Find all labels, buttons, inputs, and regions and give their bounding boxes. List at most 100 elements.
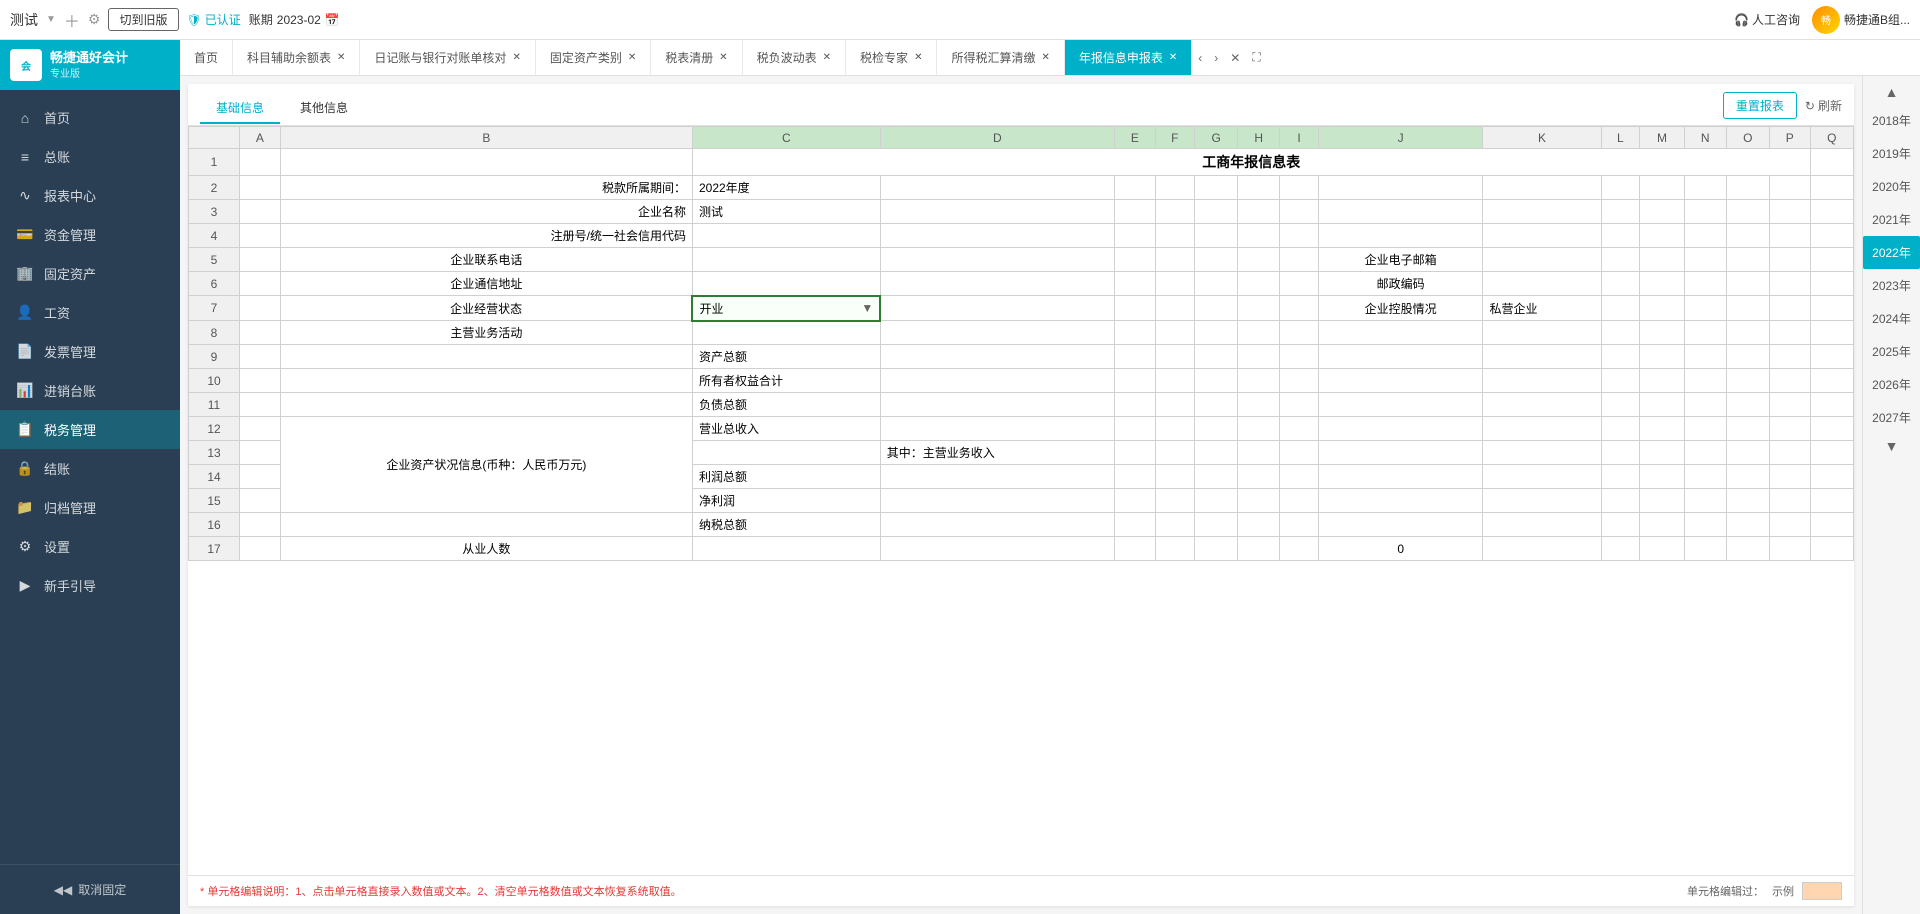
sub-tab-basic[interactable]: 基础信息: [200, 93, 280, 124]
cell-9-I[interactable]: [1280, 345, 1319, 369]
cell-13-H[interactable]: [1238, 441, 1280, 465]
cell-4-P[interactable]: [1769, 224, 1810, 248]
cell-10-L[interactable]: [1601, 369, 1640, 393]
cell-16-F[interactable]: [1155, 513, 1194, 537]
dropdown-arrow-icon[interactable]: ▼: [46, 14, 56, 25]
cell-7-D[interactable]: [880, 296, 1114, 321]
cell-12-L[interactable]: [1601, 417, 1640, 441]
cell-9-B[interactable]: [280, 345, 692, 369]
sidebar-item-fund[interactable]: 💳资金管理: [0, 215, 180, 254]
cell-17-A[interactable]: [240, 537, 281, 561]
cell-10-N[interactable]: [1684, 369, 1726, 393]
cell-9-D[interactable]: [880, 345, 1114, 369]
cell-5-E[interactable]: [1114, 248, 1155, 272]
cell-12-G[interactable]: [1195, 417, 1238, 441]
cell-8-F[interactable]: [1155, 321, 1194, 345]
cell-5-J[interactable]: 企业电子邮箱: [1318, 248, 1483, 272]
cell-9-C[interactable]: 资产总额: [692, 345, 880, 369]
cell-5-L[interactable]: [1601, 248, 1640, 272]
cell-17-Q[interactable]: [1810, 537, 1853, 561]
cell-4-O[interactable]: [1726, 224, 1769, 248]
cell-2-P[interactable]: [1769, 176, 1810, 200]
cell-6-M[interactable]: [1640, 272, 1685, 296]
cell-10-C[interactable]: 所有者权益合计: [692, 369, 880, 393]
cell-16-O[interactable]: [1726, 513, 1769, 537]
cell-17-B[interactable]: 从业人数: [280, 537, 692, 561]
cell-15-C[interactable]: 净利润: [692, 489, 880, 513]
cell-7-L[interactable]: [1601, 296, 1640, 321]
cell-13-P[interactable]: [1769, 441, 1810, 465]
cell-4-A[interactable]: [240, 224, 281, 248]
cell-16-H[interactable]: [1238, 513, 1280, 537]
cell-4-C[interactable]: [692, 224, 880, 248]
cell-8-C[interactable]: [692, 321, 880, 345]
cell-17-H[interactable]: [1238, 537, 1280, 561]
tab-annual-report[interactable]: 年报信息申报表✕: [1065, 40, 1192, 75]
cell-17-G[interactable]: [1195, 537, 1238, 561]
cell-15-P[interactable]: [1769, 489, 1810, 513]
cell-11-B[interactable]: [280, 393, 692, 417]
cell-4-Q[interactable]: [1810, 224, 1853, 248]
cell-8-A[interactable]: [240, 321, 281, 345]
cell-7-C[interactable]: 开业▼: [692, 296, 880, 321]
cell-10-E[interactable]: [1114, 369, 1155, 393]
cell-2-B[interactable]: 税款所属期间：: [280, 176, 692, 200]
cell-16-P[interactable]: [1769, 513, 1810, 537]
tab-nav-next[interactable]: ›: [1208, 40, 1224, 75]
cell-10-P[interactable]: [1769, 369, 1810, 393]
add-tab-icon[interactable]: ＋: [64, 8, 80, 32]
cell-5-F[interactable]: [1155, 248, 1194, 272]
refresh-button[interactable]: ↻ 刷新: [1805, 97, 1842, 114]
cell-16-A[interactable]: [240, 513, 281, 537]
sidebar-item-ledger[interactable]: ≡总账: [0, 137, 180, 176]
cell-6-J[interactable]: 邮政编码: [1318, 272, 1483, 296]
cell-17-N[interactable]: [1684, 537, 1726, 561]
cell-5-M[interactable]: [1640, 248, 1685, 272]
cell-8-K[interactable]: [1483, 321, 1601, 345]
cell-13-E[interactable]: [1114, 441, 1155, 465]
cell-14-A[interactable]: [240, 465, 281, 489]
cell-17-P[interactable]: [1769, 537, 1810, 561]
tab-tax-expert[interactable]: 税检专家✕: [846, 40, 937, 75]
cell-6-D[interactable]: [880, 272, 1114, 296]
cell-13-O[interactable]: [1726, 441, 1769, 465]
cell-1-A[interactable]: [240, 149, 281, 176]
sidebar-item-settings[interactable]: ⚙设置: [0, 527, 180, 566]
cell-6-A[interactable]: [240, 272, 281, 296]
cell-9-P[interactable]: [1769, 345, 1810, 369]
cell-14-I[interactable]: [1280, 465, 1319, 489]
cell-13-L[interactable]: [1601, 441, 1640, 465]
cell-14-M[interactable]: [1640, 465, 1685, 489]
cell-17-I[interactable]: [1280, 537, 1319, 561]
cell-2-Q[interactable]: [1810, 176, 1853, 200]
cell-2-K[interactable]: [1483, 176, 1601, 200]
cell-11-A[interactable]: [240, 393, 281, 417]
cell-17-C[interactable]: [692, 537, 880, 561]
cell-11-I[interactable]: [1280, 393, 1319, 417]
cell-5-D[interactable]: [880, 248, 1114, 272]
cell-3-M[interactable]: [1640, 200, 1685, 224]
cell-6-Q[interactable]: [1810, 272, 1853, 296]
cell-17-O[interactable]: [1726, 537, 1769, 561]
cell-9-J[interactable]: [1318, 345, 1483, 369]
cell-15-M[interactable]: [1640, 489, 1685, 513]
cell-6-B[interactable]: 企业通信地址: [280, 272, 692, 296]
cell-10-K[interactable]: [1483, 369, 1601, 393]
spreadsheet[interactable]: ABCDEFGHIJKLMNOPQ 1工商年报信息表2税款所属期间：2022年度…: [188, 126, 1854, 875]
cell-16-J[interactable]: [1318, 513, 1483, 537]
cell-2-H[interactable]: [1238, 176, 1280, 200]
cell-7-O[interactable]: [1726, 296, 1769, 321]
cell-7-B[interactable]: 企业经营状态: [280, 296, 692, 321]
support-button[interactable]: 🎧 人工咨询: [1734, 11, 1800, 28]
cell-7-H[interactable]: [1238, 296, 1280, 321]
cell-14-J[interactable]: [1318, 465, 1483, 489]
cell-7-G[interactable]: [1195, 296, 1238, 321]
cell-11-M[interactable]: [1640, 393, 1685, 417]
cell-8-E[interactable]: [1114, 321, 1155, 345]
cell-7-P[interactable]: [1769, 296, 1810, 321]
cell-2-A[interactable]: [240, 176, 281, 200]
cell-14-Q[interactable]: [1810, 465, 1853, 489]
cell-4-D[interactable]: [880, 224, 1114, 248]
cell-12-I[interactable]: [1280, 417, 1319, 441]
cell-15-J[interactable]: [1318, 489, 1483, 513]
